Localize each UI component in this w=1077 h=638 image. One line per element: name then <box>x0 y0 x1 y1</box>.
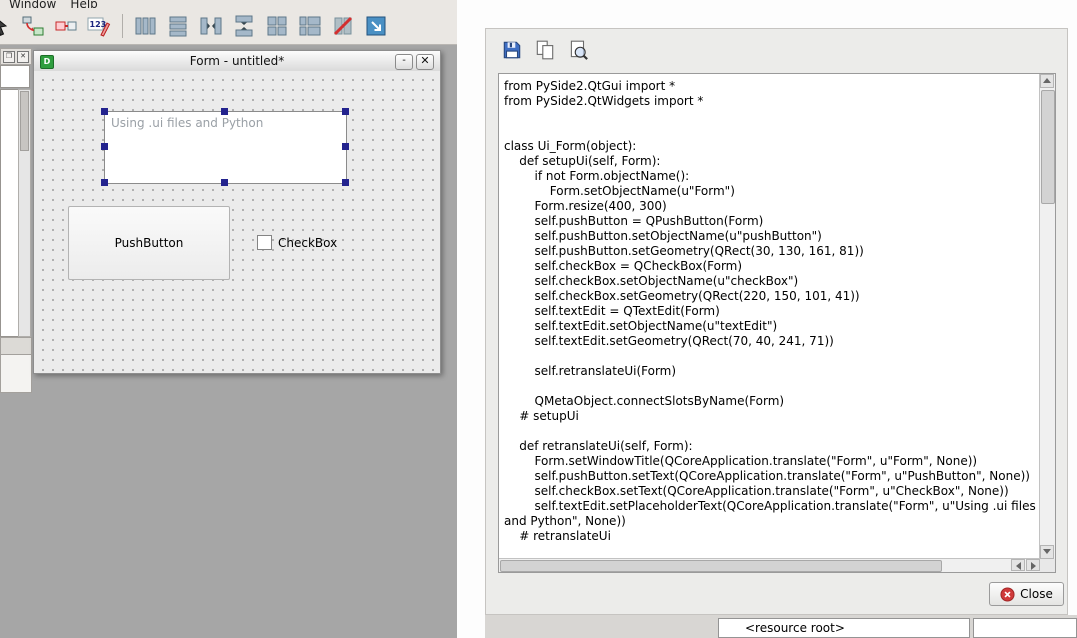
save-icon[interactable] <box>500 38 524 62</box>
close-window-button[interactable]: ✕ <box>416 54 434 70</box>
scroll-down-button[interactable] <box>1040 545 1054 559</box>
layout-horizontal-splitter-icon[interactable] <box>197 12 225 40</box>
checkbox-box-icon[interactable] <box>257 235 272 250</box>
selection-handle[interactable] <box>101 108 108 115</box>
layout-vertical-splitter-icon[interactable] <box>230 12 258 40</box>
toolbar-separator <box>122 14 123 38</box>
dock-close-icon[interactable]: ✕ <box>17 51 29 63</box>
dock-section-body <box>0 354 32 393</box>
selection-handle[interactable] <box>342 179 349 186</box>
textedit-placeholder: Using .ui files and Python <box>105 112 346 134</box>
vertical-scrollbar[interactable] <box>1039 74 1055 559</box>
vertical-scroll-thumb[interactable] <box>1041 90 1055 204</box>
minimize-button[interactable]: - <box>395 54 413 70</box>
scroll-up-button[interactable] <box>1040 74 1054 88</box>
scroll-right-button[interactable] <box>1026 559 1040 571</box>
main-toolbar: 123 <box>0 8 457 44</box>
form-window-title: Form - untitled* <box>34 54 440 68</box>
menu-help[interactable]: Help <box>70 0 97 8</box>
adjust-size-icon[interactable] <box>362 12 390 40</box>
selection-handle[interactable] <box>101 143 108 150</box>
menubar: Window Help <box>0 0 457 8</box>
form-window-titlebar[interactable]: D Form - untitled* - ✕ <box>34 51 440 72</box>
scrollbar-corner <box>1040 559 1055 572</box>
textedit-widget[interactable]: Using .ui files and Python <box>104 111 347 184</box>
form-editor-window: D Form - untitled* - ✕ Using .ui files a… <box>33 50 441 374</box>
selection-handle[interactable] <box>342 143 349 150</box>
scroll-down-icon <box>1043 549 1051 554</box>
dock-section-header[interactable] <box>0 337 32 355</box>
generated-python-code[interactable]: from PySide2.QtGui import * from PySide2… <box>499 74 1040 544</box>
dock-titlebar[interactable]: ❐ ✕ <box>0 48 32 65</box>
form-canvas[interactable]: Using .ui files and Python PushButton Ch… <box>34 71 440 373</box>
dock-float-icon[interactable]: ❐ <box>3 51 15 63</box>
layout-horizontally-icon[interactable] <box>131 12 159 40</box>
edit-widgets-icon[interactable] <box>0 12 14 40</box>
scroll-left-icon <box>1016 562 1021 570</box>
find-icon[interactable] <box>566 38 590 62</box>
break-layout-icon[interactable] <box>329 12 357 40</box>
close-button[interactable]: Close <box>989 582 1064 606</box>
copy-icon[interactable] <box>533 38 557 62</box>
edit-tab-order-icon[interactable]: 123 <box>85 12 113 40</box>
pushbutton-widget[interactable]: PushButton <box>68 206 230 280</box>
layout-vertically-icon[interactable] <box>164 12 192 40</box>
checkbox-label: CheckBox <box>278 236 337 250</box>
svg-text:123: 123 <box>90 20 107 29</box>
horizontal-scrollbar[interactable] <box>499 558 1040 572</box>
resource-root-item[interactable]: <resource root> <box>745 621 845 635</box>
layout-form-icon[interactable] <box>296 12 324 40</box>
selection-handle[interactable] <box>221 108 228 115</box>
pushbutton-label: PushButton <box>115 236 184 250</box>
selection-handle[interactable] <box>342 108 349 115</box>
close-red-icon <box>1000 587 1015 602</box>
dock-scroll-thumb[interactable] <box>20 91 29 151</box>
scroll-up-icon <box>1043 78 1051 83</box>
dock-list[interactable] <box>0 89 19 337</box>
code-text[interactable]: from PySide2.QtGui import * from PySide2… <box>499 74 1040 559</box>
close-button-label: Close <box>1020 587 1053 601</box>
resource-side-panel[interactable] <box>973 618 1077 638</box>
checkbox-widget[interactable]: CheckBox <box>257 235 337 250</box>
app-chrome: Window Help 123 <box>0 0 457 45</box>
code-viewer[interactable]: from PySide2.QtGui import * from PySide2… <box>498 73 1056 573</box>
resource-tree[interactable]: <resource root> <box>718 618 970 638</box>
menu-window[interactable]: Window <box>9 0 56 8</box>
layout-grid-icon[interactable] <box>263 12 291 40</box>
code-preview-dialog: from PySide2.QtGui import * from PySide2… <box>485 28 1068 615</box>
dock-scrollbar[interactable] <box>18 89 31 337</box>
scroll-right-icon <box>1031 562 1036 570</box>
scroll-left-button[interactable] <box>1011 559 1025 571</box>
selection-handle[interactable] <box>101 179 108 186</box>
selection-handle[interactable] <box>221 179 228 186</box>
dock-filter-input[interactable] <box>0 65 30 88</box>
edit-signals-slots-icon[interactable] <box>19 12 47 40</box>
horizontal-scroll-thumb[interactable] <box>500 560 942 572</box>
edit-buddies-icon[interactable] <box>52 12 80 40</box>
dialog-toolbar <box>500 38 590 62</box>
